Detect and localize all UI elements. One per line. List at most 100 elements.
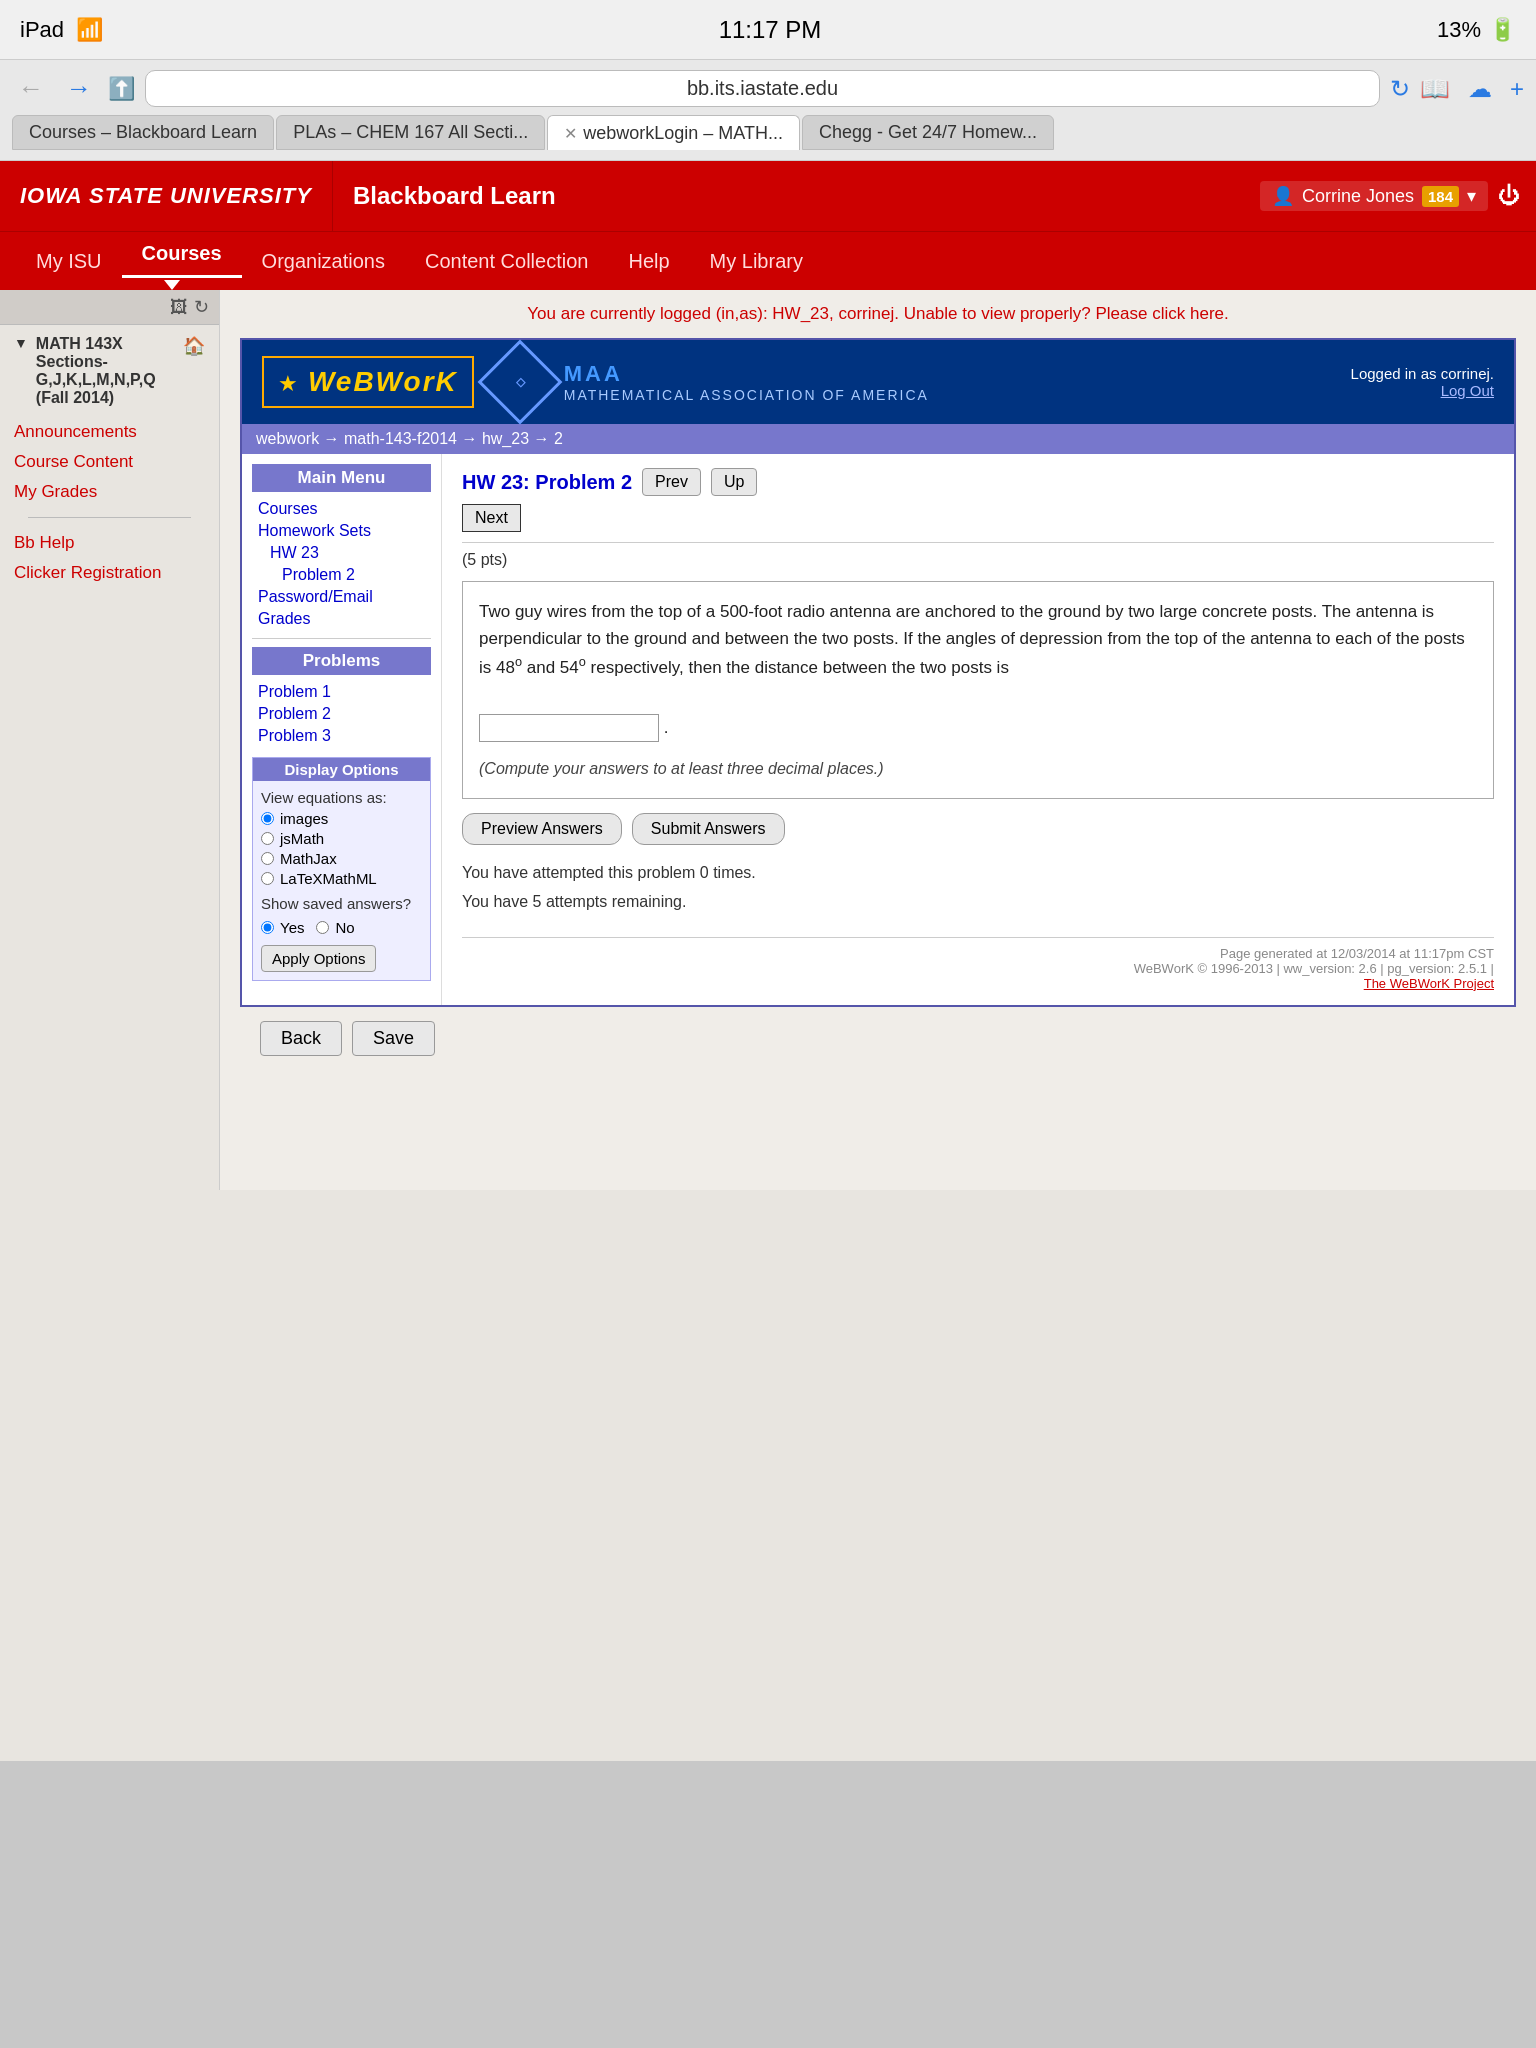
- sidebar-announcements[interactable]: Announcements: [14, 417, 205, 447]
- apply-options-button[interactable]: Apply Options: [261, 945, 376, 972]
- problem-name: HW 23: Problem 2: [462, 471, 632, 494]
- bb-title: Blackboard Learn: [333, 182, 576, 210]
- browser-chrome: ← → ⬆️ ↻ 📖 ☁ + Courses – Blackboard Lear…: [0, 60, 1536, 161]
- back-button[interactable]: ←: [12, 71, 50, 106]
- tab-plas[interactable]: PLAs – CHEM 167 All Secti...: [276, 115, 545, 150]
- sidebar-camera-btn[interactable]: 🖼: [170, 296, 188, 318]
- footer-version: WeBWorK © 1996-2013 | ww_version: 2.6 | …: [462, 961, 1494, 976]
- maa-full-name: MATHEMATICAL ASSOCIATION OF AMERICA: [564, 387, 929, 403]
- webwork-frame: ★ WeBWorK ◇ MAA MATHEMATICAL ASSOCIATION…: [240, 338, 1516, 1007]
- nav-organizations[interactable]: Organizations: [242, 240, 405, 283]
- answer-input[interactable]: [479, 714, 659, 742]
- attempts-info: You have attempted this problem 0 times.…: [462, 859, 1494, 917]
- sidebar-my-grades[interactable]: My Grades: [14, 477, 205, 507]
- ww-problem3-link[interactable]: Problem 3: [252, 725, 431, 747]
- url-bar[interactable]: [145, 70, 1380, 107]
- save-button[interactable]: Save: [352, 1021, 435, 1056]
- user-icon: 👤: [1272, 185, 1294, 207]
- back-page-button[interactable]: Back: [260, 1021, 342, 1056]
- ww-problem2-link[interactable]: Problem 2: [252, 703, 431, 725]
- battery-indicator: 13%: [1437, 17, 1481, 43]
- webwork-project-link[interactable]: The WeBWorK Project: [1364, 976, 1494, 991]
- ww-user-info: Logged in as corrinej. Log Out: [1351, 365, 1494, 399]
- page-wrapper: IOWA STATE UNIVERSITY Blackboard Learn 👤…: [0, 161, 1536, 1761]
- radio-yes[interactable]: Yes: [261, 919, 304, 936]
- user-name: Corrine Jones: [1302, 186, 1414, 207]
- forward-button[interactable]: →: [60, 71, 98, 106]
- status-bar: iPad 📶 11:17 PM 13% 🔋: [0, 0, 1536, 60]
- ww-logout-link[interactable]: Log Out: [1351, 382, 1494, 399]
- share-button[interactable]: ⬆️: [108, 76, 135, 102]
- ww-display-options-header: Display Options: [253, 758, 430, 781]
- preview-answers-button[interactable]: Preview Answers: [462, 813, 622, 845]
- ww-problems-header: Problems: [252, 647, 431, 675]
- battery-icon: 🔋: [1489, 17, 1516, 43]
- ww-main-menu-header: Main Menu: [252, 464, 431, 492]
- ww-body: Main Menu Courses Homework Sets HW 23 Pr…: [242, 454, 1514, 1005]
- sidebar-bb-help[interactable]: Bb Help: [14, 528, 205, 558]
- bottom-buttons: Back Save: [240, 1007, 1516, 1070]
- clock: 11:17 PM: [719, 16, 822, 44]
- isu-logo: IOWA STATE UNIVERSITY: [0, 161, 333, 231]
- ww-header: ★ WeBWorK ◇ MAA MATHEMATICAL ASSOCIATION…: [242, 340, 1514, 424]
- nav-content-collection[interactable]: Content Collection: [405, 240, 608, 283]
- sidebar-toolbar: 🖼 ↻: [0, 290, 219, 325]
- maa-diamond-icon: ◇: [477, 340, 562, 425]
- sidebar-course-content[interactable]: Course Content: [14, 447, 205, 477]
- tab-chegg[interactable]: Chegg - Get 24/7 Homew...: [802, 115, 1054, 150]
- sidebar-refresh-btn[interactable]: ↻: [194, 296, 209, 318]
- reload-button[interactable]: ↻: [1390, 75, 1410, 103]
- nav-my-isu[interactable]: My ISU: [16, 240, 122, 283]
- ww-menu-grades[interactable]: Grades: [252, 608, 431, 630]
- ww-menu-problem2[interactable]: Problem 2: [252, 564, 431, 586]
- tab-close-icon[interactable]: ✕: [564, 124, 577, 143]
- compute-note: (Compute your answers to at least three …: [479, 756, 1477, 782]
- radio-no[interactable]: No: [316, 919, 354, 936]
- next-button[interactable]: Next: [462, 504, 521, 532]
- action-buttons: Preview Answers Submit Answers: [462, 813, 1494, 845]
- wifi-icon: 📶: [76, 17, 103, 43]
- bb-nav: My ISU Courses Organizations Content Col…: [0, 231, 1536, 290]
- nav-help[interactable]: Help: [608, 240, 689, 283]
- ww-display-options: Display Options View equations as: image…: [252, 757, 431, 981]
- home-icon[interactable]: 🏠: [183, 335, 205, 357]
- view-equations-label: View equations as:: [261, 789, 422, 806]
- content-area: 🖼 ↻ ▼ MATH 143X Sections-G,J,K,L,M,N,P,Q…: [0, 290, 1536, 1190]
- ww-menu-password-email[interactable]: Password/Email: [252, 586, 431, 608]
- power-button[interactable]: ⏻: [1498, 183, 1520, 209]
- new-tab-button[interactable]: +: [1510, 75, 1524, 103]
- user-info: 👤 Corrine Jones 184 ▾: [1260, 181, 1488, 211]
- ww-logo-text: WeBWorK: [308, 366, 458, 397]
- user-badge: 184: [1422, 186, 1459, 207]
- course-toggle[interactable]: ▼: [14, 335, 28, 351]
- remaining-text: You have 5 attempts remaining.: [462, 888, 1494, 917]
- ww-breadcrumb: webwork → math-143-f2014 → hw_23 → 2: [242, 424, 1514, 454]
- nav-my-library[interactable]: My Library: [690, 240, 823, 283]
- radio-images[interactable]: images: [261, 810, 422, 827]
- ww-problem1-link[interactable]: Problem 1: [252, 681, 431, 703]
- ww-footer: Page generated at 12/03/2014 at 11:17pm …: [462, 937, 1494, 991]
- main-content: You are currently logged (in,as): HW_23,…: [220, 290, 1536, 1190]
- ww-main-menu-nav: Courses Homework Sets HW 23 Problem 2 Pa…: [252, 498, 431, 630]
- sidebar-clicker-reg[interactable]: Clicker Registration: [14, 558, 205, 588]
- nav-courses[interactable]: Courses: [122, 232, 242, 278]
- submit-answers-button[interactable]: Submit Answers: [632, 813, 785, 845]
- radio-jsmath[interactable]: jsMath: [261, 830, 422, 847]
- ww-menu-courses[interactable]: Courses: [252, 498, 431, 520]
- tab-webwork[interactable]: ✕ webworkLogin – MATH...: [547, 115, 800, 150]
- maa-label: MAA: [564, 361, 929, 387]
- bb-header: IOWA STATE UNIVERSITY Blackboard Learn 👤…: [0, 161, 1536, 231]
- ww-menu-hw23[interactable]: HW 23: [252, 542, 431, 564]
- up-button[interactable]: Up: [711, 468, 757, 496]
- sidebar-nav: Announcements Course Content My Grades B…: [0, 417, 219, 588]
- tab-courses-bb[interactable]: Courses – Blackboard Learn: [12, 115, 274, 150]
- radio-mathjax[interactable]: MathJax: [261, 850, 422, 867]
- bookmarks-button[interactable]: 📖: [1420, 75, 1450, 103]
- radio-latexmathml[interactable]: LaTeXMathML: [261, 870, 422, 887]
- footer-generated: Page generated at 12/03/2014 at 11:17pm …: [462, 946, 1494, 961]
- cloud-button[interactable]: ☁: [1468, 75, 1492, 103]
- dropdown-icon[interactable]: ▾: [1467, 185, 1476, 207]
- ww-menu-homework-sets[interactable]: Homework Sets: [252, 520, 431, 542]
- prev-button[interactable]: Prev: [642, 468, 701, 496]
- problem-text: Two guy wires from the top of a 500-foot…: [479, 602, 1465, 677]
